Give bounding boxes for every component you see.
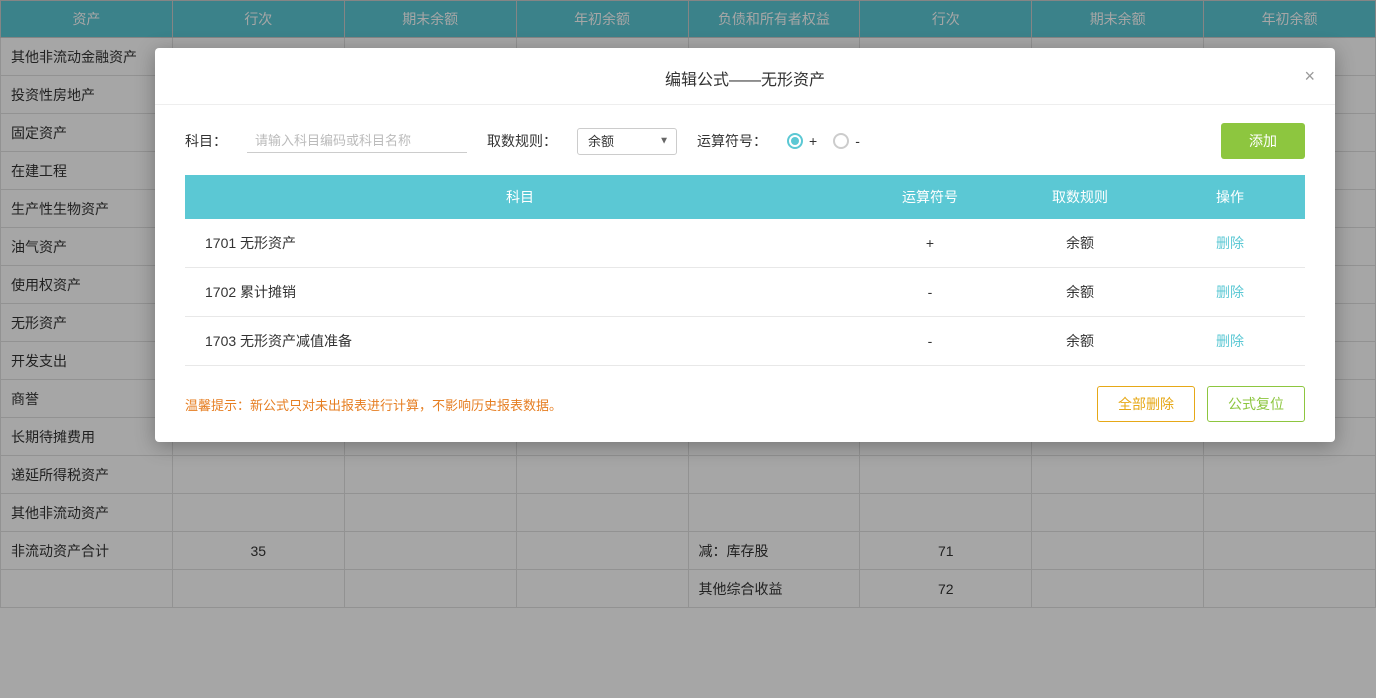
delete-button-1[interactable]: 删除 bbox=[1216, 235, 1244, 251]
row1-action: 删除 bbox=[1155, 219, 1305, 268]
form-row: 科目： 取数规则： 余额 借方发生额 贷方发生额 ▼ 运算符号： + - 添加 bbox=[155, 105, 1335, 175]
operator-minus-label: - bbox=[855, 133, 860, 149]
data-table-container: 科目 运算符号 取数规则 操作 1701 无形资产 + 余额 删除 1702 累… bbox=[155, 175, 1335, 366]
operator-radio-group: + - bbox=[787, 133, 860, 149]
row3-rule: 余额 bbox=[1005, 317, 1155, 366]
col-rule: 取数规则 bbox=[1005, 175, 1155, 219]
rule-select[interactable]: 余额 借方发生额 贷方发生额 bbox=[577, 128, 677, 155]
footer-buttons: 全部删除 公式复位 bbox=[1097, 386, 1305, 422]
row1-operator: + bbox=[855, 219, 1005, 268]
modal-header: 编辑公式——无形资产 × bbox=[155, 48, 1335, 105]
row3-action: 删除 bbox=[1155, 317, 1305, 366]
operator-label: 运算符号： bbox=[697, 131, 767, 151]
table-row: 1701 无形资产 + 余额 删除 bbox=[185, 219, 1305, 268]
row3-operator: - bbox=[855, 317, 1005, 366]
formula-table: 科目 运算符号 取数规则 操作 1701 无形资产 + 余额 删除 1702 累… bbox=[185, 175, 1305, 366]
row2-operator: - bbox=[855, 268, 1005, 317]
add-button[interactable]: 添加 bbox=[1221, 123, 1305, 159]
tip-text: 温馨提示：新公式只对未出报表进行计算，不影响历史报表数据。 bbox=[185, 395, 562, 414]
delete-all-button[interactable]: 全部删除 bbox=[1097, 386, 1195, 422]
subject-label: 科目： bbox=[185, 131, 227, 151]
col-action: 操作 bbox=[1155, 175, 1305, 219]
delete-button-3[interactable]: 删除 bbox=[1216, 333, 1244, 349]
col-subject: 科目 bbox=[185, 175, 855, 219]
row3-subject: 1703 无形资产减值准备 bbox=[185, 317, 855, 366]
reset-formula-button[interactable]: 公式复位 bbox=[1207, 386, 1305, 422]
operator-minus-radio[interactable]: - bbox=[833, 133, 860, 149]
row2-subject: 1702 累计摊销 bbox=[185, 268, 855, 317]
modal-footer: 温馨提示：新公式只对未出报表进行计算，不影响历史报表数据。 全部删除 公式复位 bbox=[155, 366, 1335, 422]
row2-rule: 余额 bbox=[1005, 268, 1155, 317]
col-operator: 运算符号 bbox=[855, 175, 1005, 219]
row1-rule: 余额 bbox=[1005, 219, 1155, 268]
row1-subject: 1701 无形资产 bbox=[185, 219, 855, 268]
modal-title: 编辑公式——无形资产 bbox=[665, 66, 825, 90]
table-row: 1702 累计摊销 - 余额 删除 bbox=[185, 268, 1305, 317]
row2-action: 删除 bbox=[1155, 268, 1305, 317]
delete-button-2[interactable]: 删除 bbox=[1216, 284, 1244, 300]
modal-dialog: 编辑公式——无形资产 × 科目： 取数规则： 余额 借方发生额 贷方发生额 ▼ … bbox=[155, 48, 1335, 442]
radio-plus-indicator bbox=[787, 133, 803, 149]
operator-plus-label: + bbox=[809, 133, 817, 149]
rule-label: 取数规则： bbox=[487, 131, 557, 151]
rule-select-wrap: 余额 借方发生额 贷方发生额 ▼ bbox=[577, 128, 677, 155]
operator-plus-radio[interactable]: + bbox=[787, 133, 817, 149]
radio-minus-indicator bbox=[833, 133, 849, 149]
table-row: 1703 无形资产减值准备 - 余额 删除 bbox=[185, 317, 1305, 366]
subject-input[interactable] bbox=[247, 129, 467, 153]
close-button[interactable]: × bbox=[1304, 67, 1315, 85]
